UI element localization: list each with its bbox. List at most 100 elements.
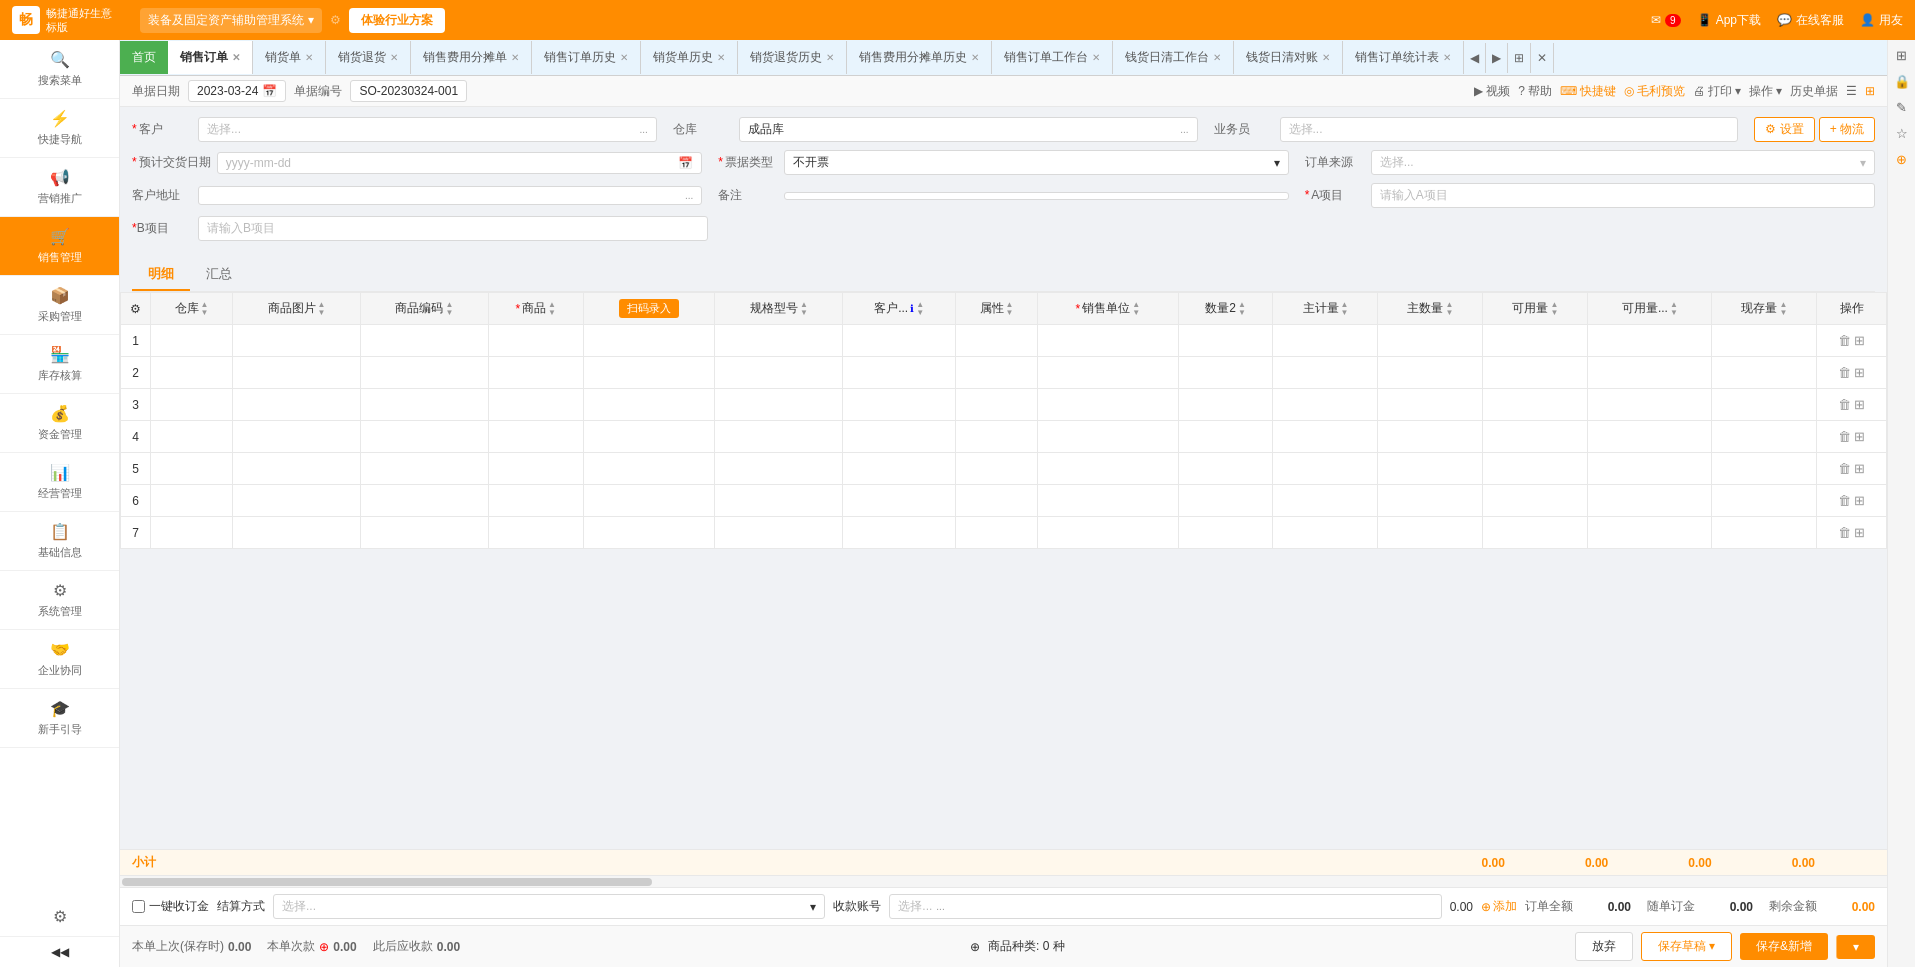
row-available2-2[interactable] bbox=[1588, 357, 1712, 389]
row-customer-code-1[interactable] bbox=[843, 325, 956, 357]
sidebar-item-system[interactable]: ⚙系统管理 bbox=[0, 571, 119, 630]
row-stock-2[interactable] bbox=[1712, 357, 1817, 389]
row-action-4[interactable]: 🗑 ⊞ bbox=[1817, 421, 1887, 453]
row-available2-3[interactable] bbox=[1588, 389, 1712, 421]
row-qty2-2[interactable] bbox=[1178, 357, 1273, 389]
row-spec-4[interactable] bbox=[715, 421, 843, 453]
tab-sales-expense-history[interactable]: 销售费用分摊单历史✕ bbox=[847, 41, 992, 74]
delete-icon-6[interactable]: 🗑 bbox=[1838, 493, 1851, 508]
row-stock-5[interactable] bbox=[1712, 453, 1817, 485]
tab-sales-invoice[interactable]: 销货单✕ bbox=[253, 41, 326, 74]
col-main-unit-header[interactable]: 主计量 ▲▼ bbox=[1273, 293, 1378, 325]
row-qty2-6[interactable] bbox=[1178, 485, 1273, 517]
save-draft-button[interactable]: 保存草稿 ▾ bbox=[1641, 932, 1732, 961]
app-download-button[interactable]: 📱 App下载 bbox=[1697, 12, 1761, 29]
tab-close-icon[interactable]: ✕ bbox=[826, 52, 834, 63]
tab-sales-summary[interactable]: 销售订单统计表✕ bbox=[1343, 41, 1464, 74]
row-warehouse-5[interactable] bbox=[151, 453, 233, 485]
row-product-1[interactable] bbox=[488, 325, 583, 357]
delivery-date-input[interactable]: yyyy-mm-dd 📅 bbox=[217, 152, 703, 174]
sidebar-item-finance[interactable]: 💰资金管理 bbox=[0, 394, 119, 453]
row-attribute-6[interactable] bbox=[956, 485, 1038, 517]
tab-more-button[interactable]: ⊞ bbox=[1508, 43, 1531, 73]
tab-close-icon[interactable]: ✕ bbox=[511, 52, 519, 63]
tab-close-icon[interactable]: ✕ bbox=[971, 52, 979, 63]
account-select[interactable]: 选择... ... bbox=[889, 894, 1441, 919]
col-available-header[interactable]: 可用量 ▲▼ bbox=[1483, 293, 1588, 325]
sidebar-collapse-button[interactable]: ◀◀ bbox=[0, 937, 119, 967]
save-new-button[interactable]: 保存&新增 bbox=[1740, 933, 1828, 960]
row-customer-code-3[interactable] bbox=[843, 389, 956, 421]
tab-sales-order-history[interactable]: 销售订单历史✕ bbox=[532, 41, 641, 74]
row-action-1[interactable]: 🗑 ⊞ bbox=[1817, 325, 1887, 357]
col-available2-header[interactable]: 可用量... ▲▼ bbox=[1588, 293, 1712, 325]
view-button[interactable]: ▶ 视频 bbox=[1474, 83, 1510, 100]
copy-icon-6[interactable]: ⊞ bbox=[1854, 493, 1865, 508]
row-image-5[interactable] bbox=[233, 453, 361, 485]
row-main-qty-5[interactable] bbox=[1378, 453, 1483, 485]
row-main-qty-7[interactable] bbox=[1378, 517, 1483, 549]
row-spec-3[interactable] bbox=[715, 389, 843, 421]
user-button[interactable]: 👤 用友 bbox=[1860, 12, 1903, 29]
col-product-header[interactable]: *商品 ▲▼ bbox=[488, 293, 583, 325]
row-main-unit-4[interactable] bbox=[1273, 421, 1378, 453]
sidebar-item-search[interactable]: 🔍搜索菜单 bbox=[0, 40, 119, 99]
row-customer-code-4[interactable] bbox=[843, 421, 956, 453]
row-warehouse-6[interactable] bbox=[151, 485, 233, 517]
tab-close-icon[interactable]: ✕ bbox=[1443, 52, 1451, 63]
row-unit-4[interactable] bbox=[1038, 421, 1179, 453]
row-image-3[interactable] bbox=[233, 389, 361, 421]
row-warehouse-4[interactable] bbox=[151, 421, 233, 453]
tab-sales-expense-split[interactable]: 销售费用分摊单✕ bbox=[411, 41, 532, 74]
row-main-unit-7[interactable] bbox=[1273, 517, 1378, 549]
row-warehouse-3[interactable] bbox=[151, 389, 233, 421]
tab-close-icon[interactable]: ✕ bbox=[620, 52, 628, 63]
row-stock-3[interactable] bbox=[1712, 389, 1817, 421]
add-payment-button[interactable]: ⊕ 添加 bbox=[1481, 898, 1517, 915]
row-stock-1[interactable] bbox=[1712, 325, 1817, 357]
copy-icon-7[interactable]: ⊞ bbox=[1854, 525, 1865, 540]
row-action-6[interactable]: 🗑 ⊞ bbox=[1817, 485, 1887, 517]
col-stock-header[interactable]: 现存量 ▲▼ bbox=[1712, 293, 1817, 325]
row-product-4[interactable] bbox=[488, 421, 583, 453]
row-customer-code-5[interactable] bbox=[843, 453, 956, 485]
row-available2-6[interactable] bbox=[1588, 485, 1712, 517]
row-action-3[interactable]: 🗑 ⊞ bbox=[1817, 389, 1887, 421]
shortcut-button[interactable]: ⌨ 快捷键 bbox=[1560, 83, 1616, 100]
row-image-1[interactable] bbox=[233, 325, 361, 357]
row-image-7[interactable] bbox=[233, 517, 361, 549]
row-main-qty-2[interactable] bbox=[1378, 357, 1483, 389]
sidebar-item-guide[interactable]: 🎓新手引导 bbox=[0, 689, 119, 748]
row-unit-7[interactable] bbox=[1038, 517, 1179, 549]
form-view-button[interactable]: ⊞ bbox=[1865, 84, 1875, 98]
row-attribute-3[interactable] bbox=[956, 389, 1038, 421]
tab-close-icon[interactable]: ✕ bbox=[1092, 52, 1100, 63]
row-main-qty-6[interactable] bbox=[1378, 485, 1483, 517]
address-input[interactable]: ... bbox=[198, 186, 702, 205]
col-unit-header[interactable]: *销售单位 ▲▼ bbox=[1038, 293, 1179, 325]
col-product-image-header[interactable]: 商品图片 ▲▼ bbox=[233, 293, 361, 325]
row-code-2[interactable] bbox=[360, 357, 488, 389]
tab-close-icon[interactable]: ✕ bbox=[1213, 52, 1221, 63]
row-customer-code-6[interactable] bbox=[843, 485, 956, 517]
project-b-input[interactable]: 请输入B项目 bbox=[198, 216, 708, 241]
online-service-button[interactable]: 💬 在线客服 bbox=[1777, 12, 1844, 29]
one-click-checkbox[interactable]: 一键收订金 bbox=[132, 898, 209, 915]
sidebar-item-settings[interactable]: ⚙ bbox=[0, 897, 119, 937]
system-selector[interactable]: 装备及固定资产辅助管理系统 ▾ bbox=[140, 8, 322, 33]
delete-icon-2[interactable]: 🗑 bbox=[1838, 365, 1851, 380]
row-stock-4[interactable] bbox=[1712, 421, 1817, 453]
delete-icon-4[interactable]: 🗑 bbox=[1838, 429, 1851, 444]
scan-button[interactable]: 扫码录入 bbox=[619, 299, 679, 318]
row-warehouse-7[interactable] bbox=[151, 517, 233, 549]
row-image-4[interactable] bbox=[233, 421, 361, 453]
scroll-thumb[interactable] bbox=[122, 878, 652, 886]
row-attribute-5[interactable] bbox=[956, 453, 1038, 485]
row-available2-4[interactable] bbox=[1588, 421, 1712, 453]
row-available-7[interactable] bbox=[1483, 517, 1588, 549]
row-available-6[interactable] bbox=[1483, 485, 1588, 517]
row-main-unit-2[interactable] bbox=[1273, 357, 1378, 389]
customer-input[interactable]: 选择... ... bbox=[198, 117, 657, 142]
copy-icon-3[interactable]: ⊞ bbox=[1854, 397, 1865, 412]
tab-detail[interactable]: 明细 bbox=[132, 259, 190, 291]
